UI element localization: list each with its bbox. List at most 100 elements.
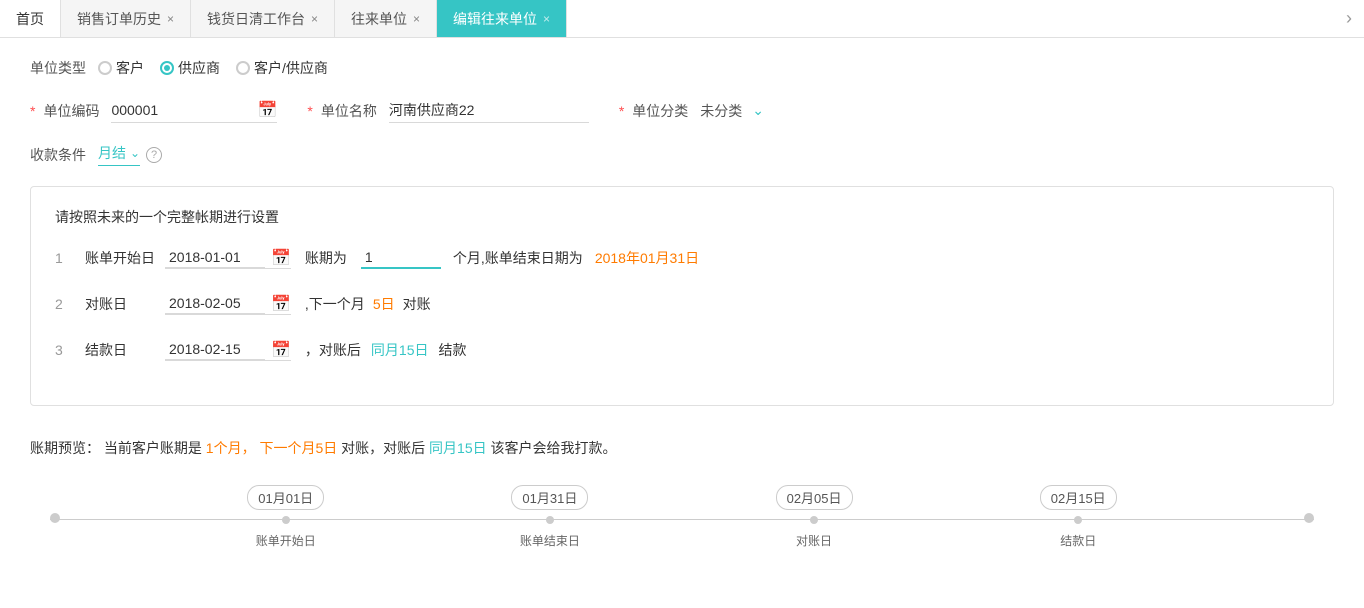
timeline-label-1: 账单开始日 (256, 532, 316, 549)
period-row-1-date-wrapper: 📅 (165, 247, 291, 269)
unit-info-row: * 单位编码 📅 * 单位名称 * 单位分类 未分类 ⌄ (30, 98, 1334, 123)
period-row-2-date-wrapper: 📅 (165, 293, 291, 315)
unit-code-input-wrapper: 📅 (111, 98, 277, 123)
tab-close-sales-history[interactable]: × (167, 12, 174, 26)
radio-label-supplier: 供应商 (178, 58, 220, 78)
timeline-node-4: 02月15日 结款日 (1040, 485, 1117, 549)
period-row-2-num: 2 (55, 296, 85, 312)
timeline-items: 01月01日 账单开始日 01月31日 账单结束日 02月05日 对账日 (50, 485, 1314, 549)
unit-category-field: * 单位分类 未分类 ⌄ (619, 101, 764, 121)
period-row-1-months-input[interactable] (361, 247, 441, 269)
radio-both[interactable]: 客户/供应商 (236, 58, 328, 78)
unit-category-dropdown-icon[interactable]: ⌄ (752, 102, 764, 119)
timeline-right-dot (1304, 513, 1314, 523)
tab-close-daily-work[interactable]: × (311, 12, 318, 26)
period-row-3-suffix2: 结款 (439, 340, 467, 360)
period-row-2-label: 对账日 (85, 294, 165, 314)
preview-highlight1: 1个月， (206, 440, 256, 456)
payment-terms-select[interactable]: 月结 ⌄ (98, 143, 140, 166)
radio-circle-customer (98, 61, 112, 75)
period-row-2-date-input[interactable] (165, 293, 265, 314)
period-row-3-date-input[interactable] (165, 339, 265, 360)
preview-mid: 下一个月5日 (259, 440, 337, 456)
period-row-3-calendar-icon[interactable]: 📅 (271, 340, 291, 360)
required-star-name: * (307, 103, 312, 119)
timeline-node-3: 02月05日 对账日 (776, 485, 853, 549)
preview-before: 当前客户账期是 (104, 440, 202, 456)
period-box: 请按照未来的一个完整帐期进行设置 1 账单开始日 📅 账期为 个月,账单结束日期… (30, 186, 1334, 406)
preview-end: 该客户会给我打款。 (491, 440, 617, 456)
preview-mid2: 对账，对账后 (341, 440, 425, 456)
period-row-2-suffix-start: ,下一个月 (305, 294, 365, 314)
unit-type-field: 单位类型 客户 供应商 客户/供应商 (30, 58, 328, 78)
payment-terms-label: 收款条件 (30, 145, 86, 165)
tab-close-partners[interactable]: × (413, 12, 420, 26)
unit-category-label: 单位分类 (632, 101, 688, 121)
timeline-dot-1 (282, 516, 290, 524)
period-row-3-highlight: 同月15日 (371, 340, 429, 360)
timeline-node-1: 01月01日 账单开始日 (247, 485, 324, 549)
radio-label-customer: 客户 (116, 58, 144, 78)
radio-customer[interactable]: 客户 (98, 58, 144, 78)
unit-name-input[interactable] (389, 98, 589, 123)
unit-code-input[interactable] (111, 98, 251, 122)
timeline-label-3: 对账日 (796, 532, 832, 549)
unit-code-label: 单位编码 (43, 101, 99, 121)
payment-terms-field: 收款条件 月结 ⌄ ? (30, 143, 162, 166)
timeline-node-2: 01月31日 账单结束日 (511, 485, 588, 549)
period-row-3-suffix: ，对账后 (305, 340, 361, 360)
unit-type-label: 单位类型 (30, 58, 86, 78)
period-row-2-calendar-icon[interactable]: 📅 (271, 294, 291, 314)
tab-daily-work[interactable]: 钱货日清工作台 × (191, 0, 335, 37)
unit-category-value: 未分类 (700, 101, 742, 121)
period-row-3: 3 结款日 📅 ，对账后 同月15日 结款 (55, 339, 1309, 361)
period-row-1-date-input[interactable] (165, 247, 265, 268)
radio-label-both: 客户/供应商 (254, 58, 328, 78)
period-row-1-suffix: 个月,账单结束日期为 (453, 248, 583, 268)
timeline-dot-3 (810, 516, 818, 524)
period-row-2: 2 对账日 📅 ,下一个月 5日 对账 (55, 293, 1309, 315)
required-star-category: * (619, 103, 624, 119)
preview-text: 账期预览： 当前客户账期是 1个月， 下一个月5日 对账，对账后 同月15日 该… (30, 436, 1334, 461)
timeline-left-dot (50, 513, 60, 523)
period-row-2-suffix-end: 对账 (403, 294, 431, 314)
unit-code-icon[interactable]: 📅 (257, 100, 277, 120)
period-row-1-highlight-date: 2018年01月31日 (595, 248, 699, 268)
period-row-2-content: 📅 ,下一个月 5日 对账 (165, 293, 431, 315)
preview-highlight2: 同月15日 (429, 440, 487, 456)
radio-supplier[interactable]: 供应商 (160, 58, 220, 78)
tab-sales-history[interactable]: 销售订单历史 × (61, 0, 191, 37)
payment-terms-row: 收款条件 月结 ⌄ ? (30, 143, 1334, 166)
tab-expand-button[interactable]: › (1334, 0, 1364, 37)
timeline-label-4: 结款日 (1060, 532, 1096, 549)
unit-type-row: 单位类型 客户 供应商 客户/供应商 (30, 58, 1334, 78)
period-row-1-calendar-icon[interactable]: 📅 (271, 248, 291, 268)
timeline-right-endpoint (1304, 513, 1314, 523)
payment-terms-value: 月结 (98, 143, 126, 163)
period-row-3-date-wrapper: 📅 (165, 339, 291, 361)
period-box-title: 请按照未来的一个完整帐期进行设置 (55, 207, 1309, 227)
tab-bar: 首页 销售订单历史 × 钱货日清工作台 × 往来单位 × 编辑往来单位 × › (0, 0, 1364, 38)
radio-circle-supplier (160, 61, 174, 75)
tab-partners[interactable]: 往来单位 × (335, 0, 437, 37)
unit-name-field: * 单位名称 (307, 98, 588, 123)
tab-home[interactable]: 首页 (0, 0, 61, 37)
period-row-1-suffix-prefix: 账期为 (305, 248, 347, 268)
tab-close-edit-partner[interactable]: × (543, 12, 550, 26)
required-star-code: * (30, 103, 35, 119)
period-row-3-content: 📅 ，对账后 同月15日 结款 (165, 339, 467, 361)
period-row-3-num: 3 (55, 342, 85, 358)
radio-circle-both (236, 61, 250, 75)
timeline-dot-4 (1074, 516, 1082, 524)
timeline-badge-2: 01月31日 (511, 485, 588, 510)
help-icon[interactable]: ? (146, 147, 162, 163)
radio-group: 客户 供应商 客户/供应商 (98, 58, 328, 78)
period-row-1-num: 1 (55, 250, 85, 266)
unit-code-field: * 单位编码 📅 (30, 98, 277, 123)
timeline-badge-4: 02月15日 (1040, 485, 1117, 510)
tab-edit-partner[interactable]: 编辑往来单位 × (437, 0, 567, 37)
timeline-container: 01月01日 账单开始日 01月31日 账单结束日 02月05日 对账日 (30, 485, 1334, 549)
timeline-left-endpoint (50, 513, 60, 523)
unit-name-label: 单位名称 (321, 101, 377, 121)
preview-section: 账期预览： 当前客户账期是 1个月， 下一个月5日 对账，对账后 同月15日 该… (30, 426, 1334, 559)
